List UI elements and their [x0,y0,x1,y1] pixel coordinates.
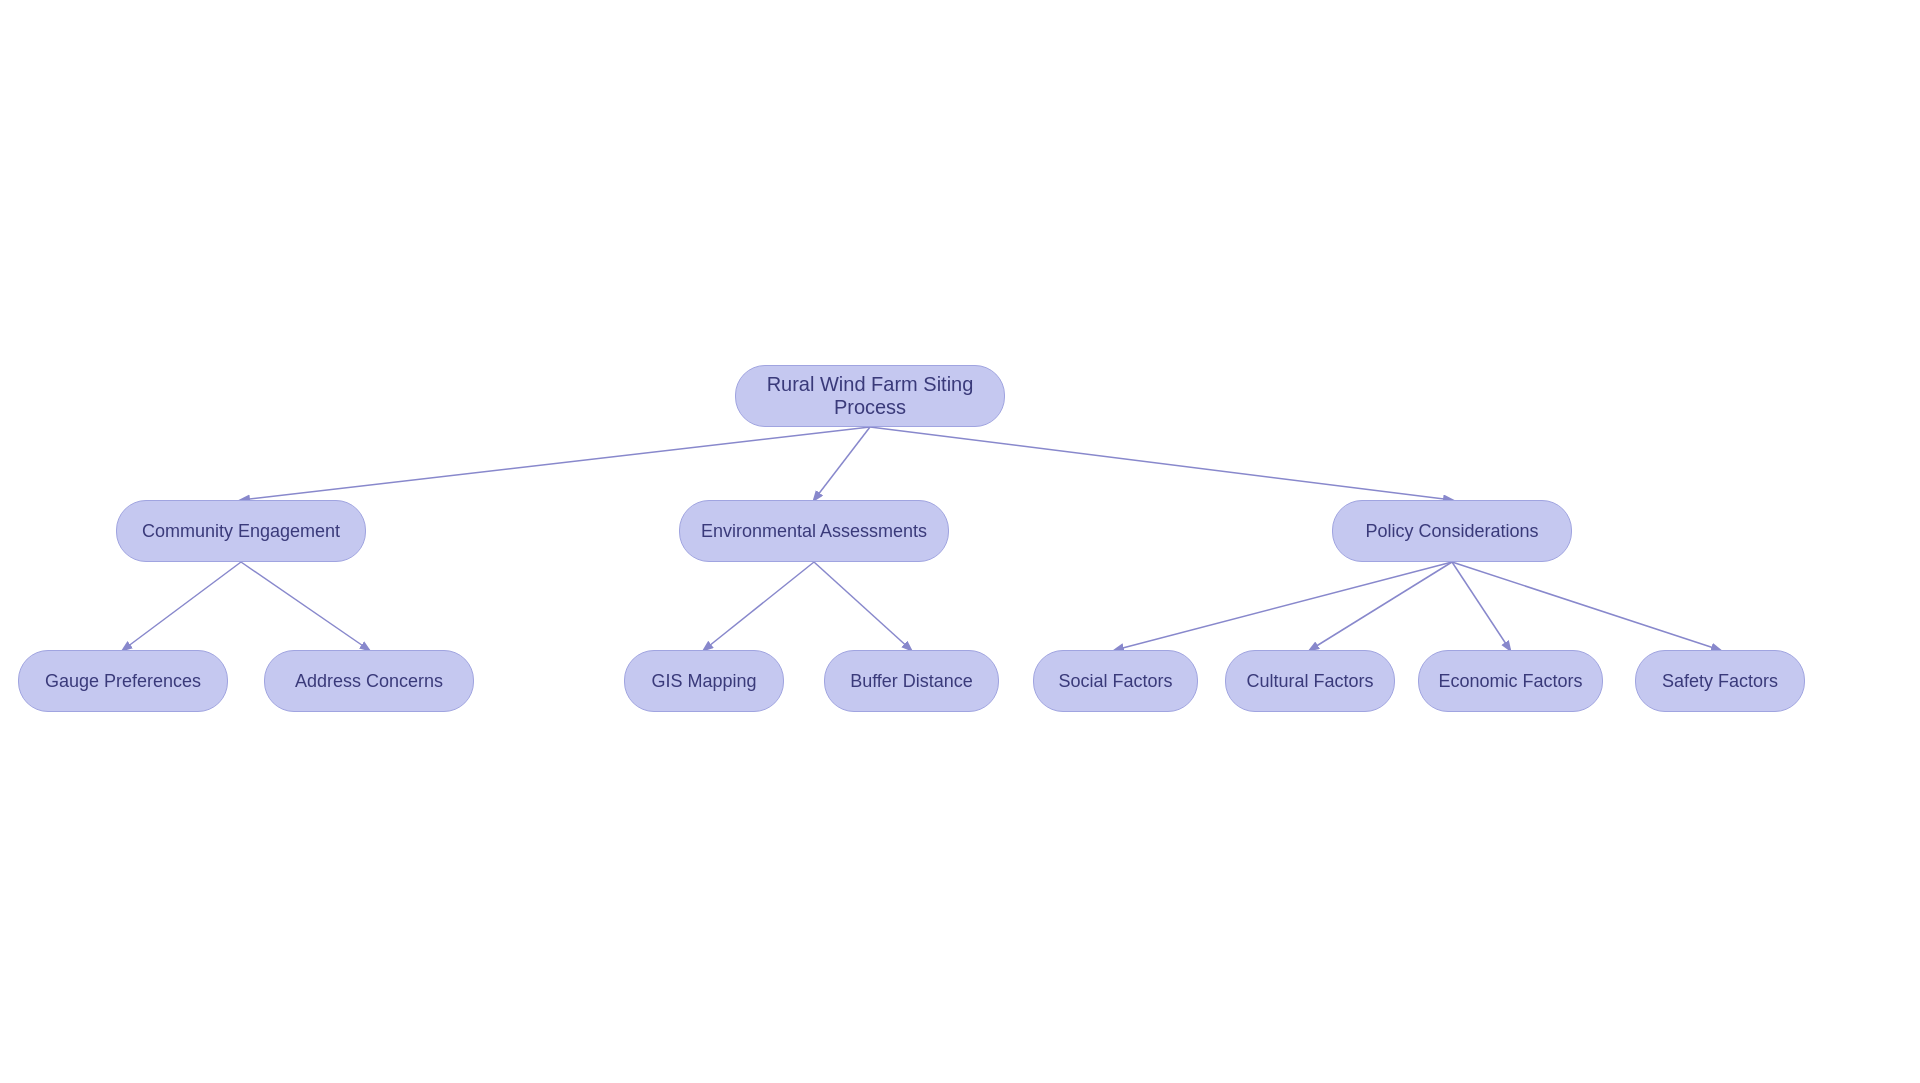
svg-line-1 [814,427,870,500]
node-social-factors: Social Factors [1033,650,1198,712]
svg-line-2 [870,427,1452,500]
svg-line-10 [1452,562,1720,650]
node-root: Rural Wind Farm Siting Process [735,365,1005,427]
svg-line-0 [241,427,870,500]
svg-line-6 [814,562,911,650]
diagram-container: Rural Wind Farm Siting Process Community… [0,0,1920,1083]
node-environmental-assessments: Environmental Assessments [679,500,949,562]
node-safety-factors: Safety Factors [1635,650,1805,712]
node-gis-mapping: GIS Mapping [624,650,784,712]
node-buffer-distance: Buffer Distance [824,650,999,712]
node-community-engagement: Community Engagement [116,500,366,562]
svg-line-4 [241,562,369,650]
svg-line-9 [1452,562,1510,650]
node-cultural-factors: Cultural Factors [1225,650,1395,712]
node-address-concerns: Address Concerns [264,650,474,712]
svg-line-5 [704,562,814,650]
node-policy-considerations: Policy Considerations [1332,500,1572,562]
svg-line-3 [123,562,241,650]
svg-line-8 [1310,562,1452,650]
node-gauge-preferences: Gauge Preferences [18,650,228,712]
svg-line-7 [1115,562,1452,650]
node-economic-factors: Economic Factors [1418,650,1603,712]
